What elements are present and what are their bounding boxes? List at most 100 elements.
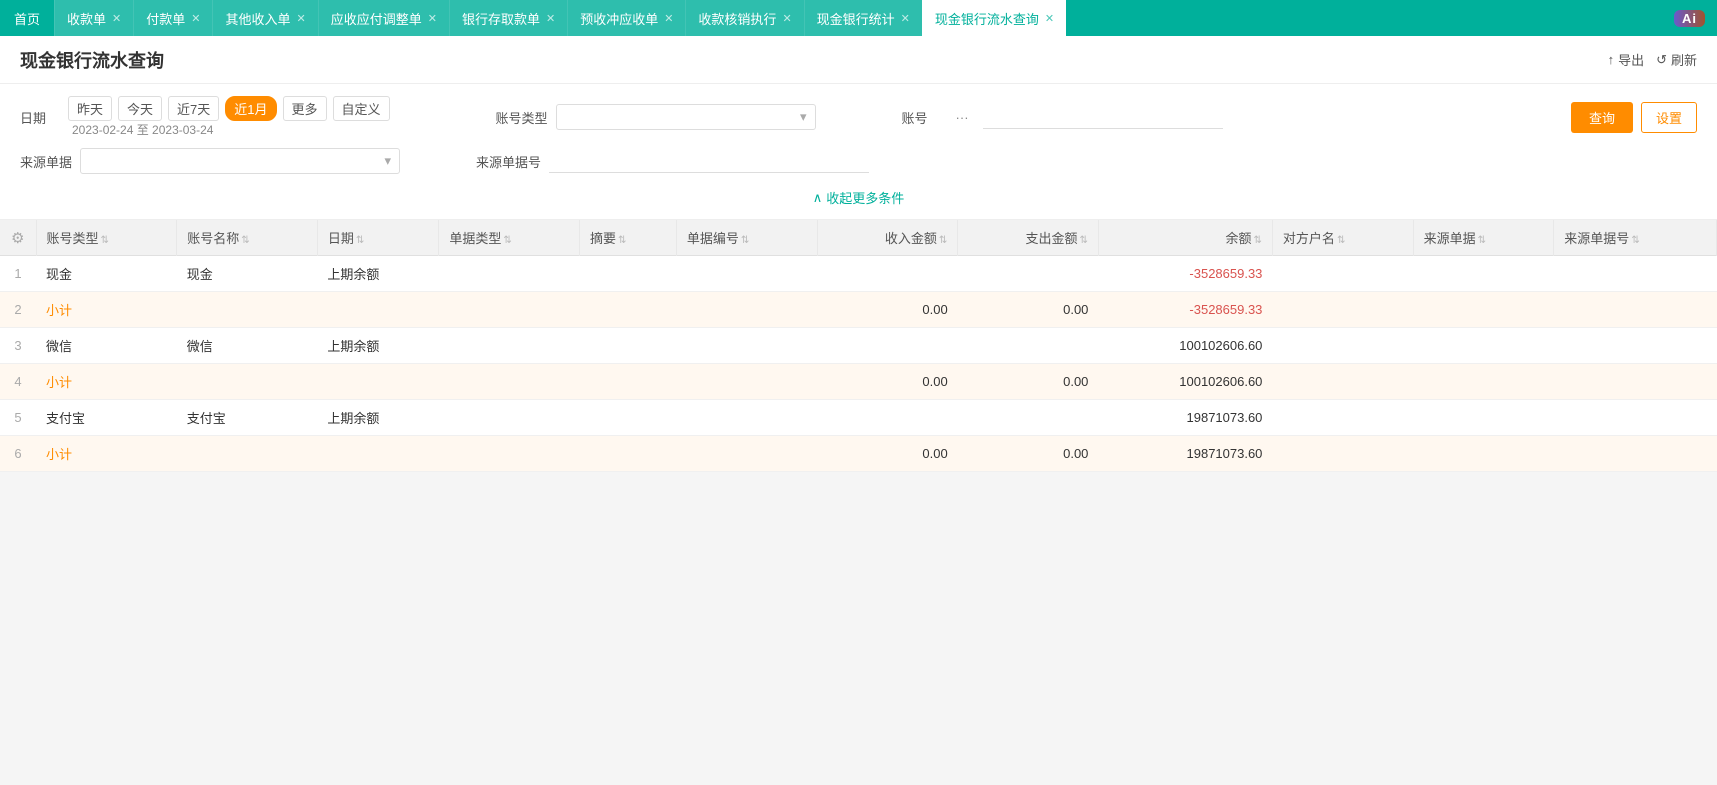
nav-tab-其他收入单[interactable]: 其他收入单✕ <box>212 0 317 36</box>
chevron-down-icon2: ▾ <box>384 153 391 169</box>
date-option-昨天[interactable]: 昨天 <box>68 96 112 121</box>
nav-tab-应收应付调整单[interactable]: 应收应付调整单✕ <box>318 0 449 36</box>
account-input[interactable] <box>983 105 1223 129</box>
col-source_doc: 来源单据⇅ <box>1413 220 1554 256</box>
col-sort-income[interactable]: 收入金额⇅ <box>885 231 947 246</box>
cell-account_type: 微信 <box>36 328 177 364</box>
source-doc-label: 来源单据 <box>20 152 72 171</box>
cell-income <box>817 328 958 364</box>
nav-tab-收款核销执行[interactable]: 收款核销执行 ✕ <box>685 0 803 36</box>
cell-expense <box>958 256 1099 292</box>
col-sort-source_doc[interactable]: 来源单据⇅ <box>1424 231 1486 246</box>
cell-source_doc <box>1413 400 1554 436</box>
cell-counterparty <box>1272 328 1413 364</box>
nav-tab-付款单[interactable]: 付款单✕ <box>133 0 212 36</box>
export-button[interactable]: ↑ 导出 <box>1608 50 1645 69</box>
table-row: 3微信微信上期余额100102606.60 <box>0 328 1717 364</box>
date-option-近7天[interactable]: 近7天 <box>168 96 219 121</box>
query-button[interactable]: 查询 <box>1571 102 1633 133</box>
cell-doc_no <box>676 436 817 472</box>
account-type-select[interactable]: ▾ <box>556 104 816 130</box>
col-account_name: 账号名称⇅ <box>177 220 318 256</box>
col-sort-doc_no[interactable]: 单据编号⇅ <box>687 231 749 246</box>
date-filter-block: 日期 昨天今天近7天近1月更多自定义 2023-02-24 至 2023-03-… <box>20 96 390 138</box>
tab-close-icon[interactable]: ✕ <box>664 12 673 25</box>
cell-counterparty <box>1272 436 1413 472</box>
tab-close-icon[interactable]: ✕ <box>1045 12 1054 25</box>
refresh-button[interactable]: ↺ 刷新 <box>1656 50 1697 69</box>
cell-account_name: 现金 <box>177 256 318 292</box>
cell-date: 上期余额 <box>317 256 438 292</box>
filter-row-2: 来源单据 ▾ 来源单据号 <box>20 148 1697 174</box>
col-sort-counterparty[interactable]: 对方户名⇅ <box>1283 231 1345 246</box>
col-sort-source_doc_no[interactable]: 来源单据号⇅ <box>1564 231 1639 246</box>
tab-close-icon[interactable]: ✕ <box>297 12 306 25</box>
source-doc-no-input[interactable] <box>549 149 869 173</box>
col-sort-date[interactable]: 日期⇅ <box>328 231 364 246</box>
source-doc-filter-block: 来源单据 ▾ <box>20 148 400 174</box>
tab-close-icon[interactable]: ✕ <box>428 12 437 25</box>
cell-account_name <box>177 292 318 328</box>
refresh-label: 刷新 <box>1671 50 1697 69</box>
chevron-down-icon: ▾ <box>800 109 807 125</box>
col-sort-account_type[interactable]: 账号类型⇅ <box>47 231 109 246</box>
date-option-更多[interactable]: 更多 <box>283 96 327 121</box>
cell-counterparty <box>1272 400 1413 436</box>
tab-close-icon[interactable]: ✕ <box>546 12 555 25</box>
col-sort-balance[interactable]: 余额⇅ <box>1226 231 1262 246</box>
collapse-bar[interactable]: ∧ 收起更多条件 <box>20 184 1697 207</box>
cell-doc_type <box>439 400 580 436</box>
cell-source_doc <box>1413 328 1554 364</box>
cell-source_doc_no <box>1554 256 1717 292</box>
tab-close-icon[interactable]: ✕ <box>782 12 791 25</box>
col-sort-doc_type[interactable]: 单据类型⇅ <box>449 231 511 246</box>
cell-summary <box>580 400 677 436</box>
row-num: 5 <box>0 400 36 436</box>
row-num: 1 <box>0 256 36 292</box>
account-dots[interactable]: ··· <box>956 110 969 125</box>
ai-badge: Ai <box>1674 10 1705 27</box>
cell-doc_type <box>439 328 580 364</box>
account-filter-block: 账号 ··· <box>902 105 1223 129</box>
col-sort-summary[interactable]: 摘要⇅ <box>590 231 626 246</box>
right-buttons: 查询 设置 <box>1571 102 1697 133</box>
col-date: 日期⇅ <box>317 220 438 256</box>
tab-label: 收款单 <box>67 9 106 28</box>
account-label: 账号 <box>902 108 942 127</box>
tab-label: 收款核销执行 <box>698 9 776 28</box>
cell-date <box>317 436 438 472</box>
date-option-自定义[interactable]: 自定义 <box>333 96 390 121</box>
cell-account_type: 小计 <box>36 292 177 328</box>
nav-home[interactable]: 首页 <box>0 0 54 36</box>
col-sort-expense[interactable]: 支出金额⇅ <box>1026 231 1088 246</box>
col-source_doc_no: 来源单据号⇅ <box>1554 220 1717 256</box>
settings-button[interactable]: 设置 <box>1641 102 1697 133</box>
nav-tab-预收冲应收单[interactable]: 预收冲应收单✕ <box>567 0 685 36</box>
tab-close-icon[interactable]: ✕ <box>901 12 910 25</box>
cell-account_type: 支付宝 <box>36 400 177 436</box>
date-option-近1月[interactable]: 近1月 <box>225 96 276 121</box>
nav-tab-现金银行统计[interactable]: 现金银行统计✕ <box>804 0 922 36</box>
cell-balance: 100102606.60 <box>1098 364 1272 400</box>
cell-source_doc_no <box>1554 292 1717 328</box>
export-icon: ↑ <box>1608 52 1615 67</box>
cell-account_name: 支付宝 <box>177 400 318 436</box>
date-option-今天[interactable]: 今天 <box>118 96 162 121</box>
cell-summary <box>580 436 677 472</box>
source-doc-no-filter-block: 来源单据号 <box>476 149 869 173</box>
source-doc-select[interactable]: ▾ <box>80 148 400 174</box>
col-sort-account_name[interactable]: 账号名称⇅ <box>187 231 249 246</box>
tab-close-icon[interactable]: ✕ <box>112 12 121 25</box>
cell-source_doc_no <box>1554 436 1717 472</box>
cell-expense: 0.00 <box>958 436 1099 472</box>
row-num: 6 <box>0 436 36 472</box>
cell-doc_no <box>676 292 817 328</box>
column-settings-icon[interactable]: ⚙ <box>11 230 24 247</box>
nav-tab-银行存取款单[interactable]: 银行存取款单 ✕ <box>449 0 567 36</box>
nav-tab-收款单[interactable]: 收款单 ✕ <box>54 0 133 36</box>
cell-income: 0.00 <box>817 364 958 400</box>
cell-summary <box>580 292 677 328</box>
nav-tab-现金银行流水查询[interactable]: 现金银行流水查询✕ <box>922 0 1066 36</box>
tab-label: 银行存取款单 <box>462 9 540 28</box>
tab-close-icon[interactable]: ✕ <box>191 12 200 25</box>
